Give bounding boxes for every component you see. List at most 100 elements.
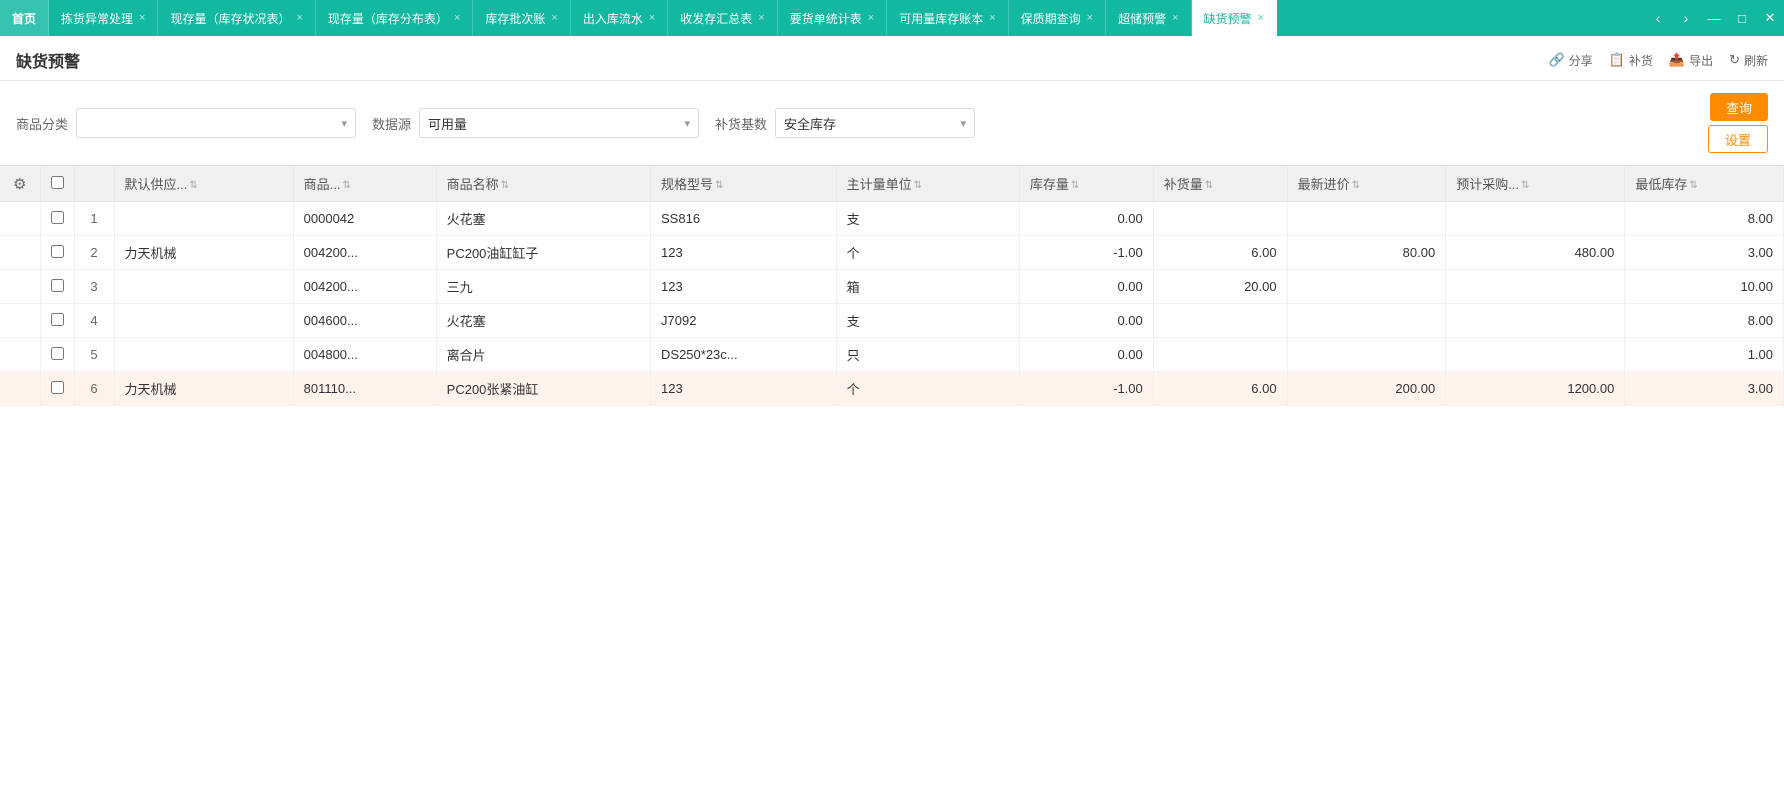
col-stock[interactable]: 库存量⇅ [1019,166,1153,202]
tab-item-0[interactable]: 首页 [0,0,49,36]
tab-next-button[interactable]: › [1672,0,1700,36]
tab-item-10[interactable]: 超储预警× [1106,0,1191,36]
tab-item-2[interactable]: 现存量（库存状况表）× [158,0,315,36]
row-index-1: 2 [74,236,114,270]
tab-item-1[interactable]: 拣货异常处理× [49,0,158,36]
tab-bar: 首页拣货异常处理×现存量（库存状况表）×现存量（库存分布表）×库存批次账×出入库… [0,0,1784,36]
row-replenish-4 [1153,338,1287,372]
row-name-5: PC200张紧油缸 [436,372,650,406]
tab-item-11[interactable]: 缺货预警× [1192,0,1277,36]
share-action[interactable]: 🔗 分享 [1548,52,1592,69]
tab-close-7[interactable]: × [868,12,874,24]
query-button[interactable]: 查询 [1710,93,1768,121]
export-action[interactable]: 📤 导出 [1669,52,1713,69]
row-checkbox-0[interactable] [51,211,64,224]
row-checkbox-4[interactable] [51,347,64,360]
col-unit[interactable]: 主计量单位⇅ [836,166,1019,202]
table-row: 2 力天机械 004200... PC200油缸缸子 123 个 -1.00 6… [0,236,1784,270]
row-min-stock-3: 8.00 [1625,304,1784,338]
category-select[interactable]: ▾ [76,108,356,138]
row-code-3: 004600... [293,304,436,338]
datasource-filter-group: 数据源 可用量 ▾ [372,108,699,138]
col-forecast[interactable]: 预计采购...⇅ [1446,166,1625,202]
row-checkbox-2[interactable] [51,279,64,292]
sort-code-icon: ⇅ [343,180,351,191]
row-unit-4: 只 [836,338,1019,372]
row-checkbox-5[interactable] [51,381,64,394]
col-latest-price[interactable]: 最新进价⇅ [1287,166,1446,202]
col-code[interactable]: 商品...⇅ [293,166,436,202]
replenish-icon: 📋 [1609,52,1625,68]
gear-settings-icon[interactable]: ⚙ [13,176,26,193]
row-name-4: 离合片 [436,338,650,372]
tab-close-3[interactable]: × [454,12,460,24]
header-actions: 🔗 分享 📋 补货 📤 导出 ↻ 刷新 [1548,52,1768,69]
col-spec[interactable]: 规格型号⇅ [651,166,837,202]
sort-price-icon: ⇅ [1352,180,1360,191]
row-forecast-4 [1446,338,1625,372]
tab-item-5[interactable]: 出入库流水× [571,0,668,36]
tab-close-4[interactable]: × [551,12,557,24]
replenish-base-filter-group: 补货基数 安全库存 ▾ [715,108,975,138]
row-stock-4: 0.00 [1019,338,1153,372]
tab-close-1[interactable]: × [139,12,145,24]
tab-item-6[interactable]: 收发存汇总表× [668,0,777,36]
col-gear[interactable]: ⚙ [0,166,40,202]
datasource-chevron-icon: ▾ [685,117,691,130]
row-forecast-2 [1446,270,1625,304]
refresh-action[interactable]: ↻ 刷新 [1729,52,1768,69]
tab-close-10[interactable]: × [1172,12,1178,24]
export-icon: 📤 [1669,52,1685,68]
tab-item-3[interactable]: 现存量（库存分布表）× [316,0,473,36]
row-index-5: 6 [74,372,114,406]
tab-close-11[interactable]: × [1258,12,1264,24]
tab-close-8[interactable]: × [989,12,995,24]
row-spec-2: 123 [651,270,837,304]
row-checkbox-1[interactable] [51,245,64,258]
sort-stock-icon: ⇅ [1071,180,1079,191]
row-gear-0 [0,202,40,236]
table-container: ⚙ 默认供应...⇅ 商品...⇅ 商品名称⇅ 规格型号⇅ 主计量单位⇅ 库存量… [0,165,1784,406]
replenish-base-select[interactable]: 安全库存 ▾ [775,108,975,138]
table-row: 6 力天机械 801110... PC200张紧油缸 123 个 -1.00 6… [0,372,1784,406]
datasource-select[interactable]: 可用量 ▾ [419,108,699,138]
tab-close-2[interactable]: × [296,12,302,24]
row-latest-price-2 [1287,270,1446,304]
tab-close-button[interactable]: ✕ [1756,0,1784,36]
tab-close-9[interactable]: × [1087,12,1093,24]
row-latest-price-0 [1287,202,1446,236]
tab-item-4[interactable]: 库存批次账× [473,0,570,36]
col-supplier[interactable]: 默认供应...⇅ [114,166,293,202]
col-replenish[interactable]: 补货量⇅ [1153,166,1287,202]
tab-close-6[interactable]: × [758,12,764,24]
row-name-1: PC200油缸缸子 [436,236,650,270]
replenish-action[interactable]: 📋 补货 [1609,52,1653,69]
tab-close-5[interactable]: × [649,12,655,24]
row-code-1: 004200... [293,236,436,270]
tab-item-7[interactable]: 要货单统计表× [778,0,887,36]
setting-button[interactable]: 设置 [1708,125,1768,153]
row-checkbox-3[interactable] [51,313,64,326]
tab-item-8[interactable]: 可用量库存账本× [887,0,1008,36]
sort-replenish-icon: ⇅ [1205,180,1213,191]
select-all-checkbox[interactable] [51,176,64,189]
row-unit-0: 支 [836,202,1019,236]
row-checkbox-cell-2 [40,270,74,304]
sort-spec-icon: ⇅ [715,180,723,191]
row-checkbox-cell-5 [40,372,74,406]
col-min-stock[interactable]: 最低库存⇅ [1625,166,1784,202]
replenish-base-value: 安全库存 [784,114,836,133]
row-checkbox-cell-3 [40,304,74,338]
page-container: 缺货预警 🔗 分享 📋 补货 📤 导出 ↻ 刷新 商品分类 [0,36,1784,796]
row-replenish-5: 6.00 [1153,372,1287,406]
tab-item-9[interactable]: 保质期查询× [1009,0,1106,36]
table-row: 1 0000042 火花塞 SS816 支 0.00 8.00 [0,202,1784,236]
col-name[interactable]: 商品名称⇅ [436,166,650,202]
row-min-stock-0: 8.00 [1625,202,1784,236]
tab-minimize-button[interactable]: — [1700,0,1728,36]
tab-restore-button[interactable]: □ [1728,0,1756,36]
tab-prev-button[interactable]: ‹ [1644,0,1672,36]
refresh-icon: ↻ [1729,52,1740,68]
table-row: 5 004800... 离合片 DS250*23c... 只 0.00 1.00 [0,338,1784,372]
row-latest-price-3 [1287,304,1446,338]
